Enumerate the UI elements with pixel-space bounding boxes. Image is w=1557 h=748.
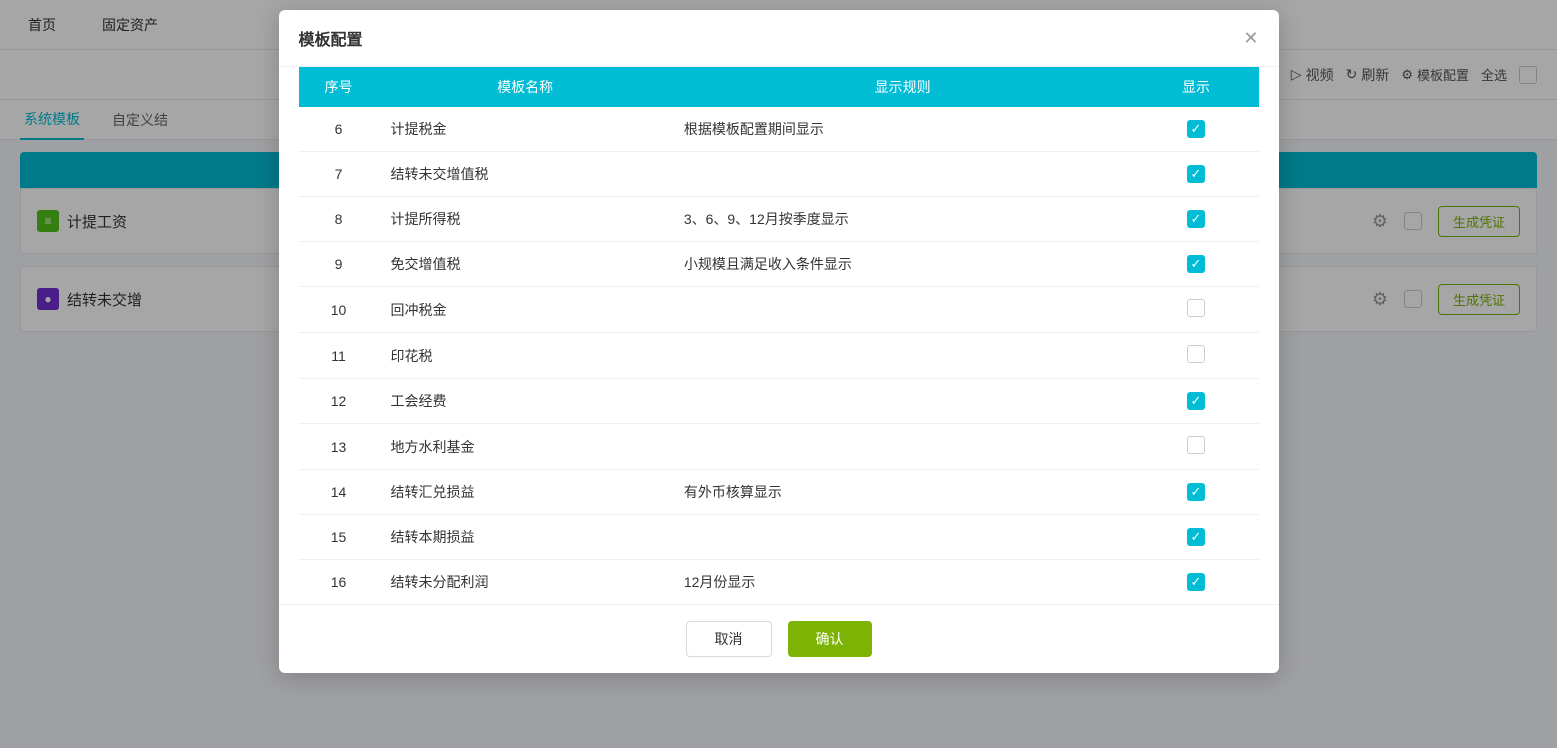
cell-name-3: 免交增值税 [379,242,672,287]
checkbox-checked-6[interactable]: ✓ [1187,392,1205,410]
cell-name-7: 地方水利基金 [379,424,672,470]
cell-seq-3: 9 [299,242,379,287]
cell-check-0: ✓ [1133,107,1258,152]
cancel-button[interactable]: 取消 [686,621,772,657]
cell-name-2: 计提所得税 [379,197,672,242]
cell-seq-10: 16 [299,560,379,605]
cell-seq-7: 13 [299,424,379,470]
modal-title: 模板配置 [299,26,363,50]
table-row: 6计提税金根据模板配置期间显示 ✓ [299,107,1259,152]
cell-name-5: 印花税 [379,333,672,379]
checkbox-checked-2[interactable]: ✓ [1187,210,1205,228]
cell-rule-3: 小规模且满足收入条件显示 [672,242,1134,287]
cell-name-0: 计提税金 [379,107,672,152]
cell-name-1: 结转未交增值税 [379,152,672,197]
cell-check-10: ✓ [1133,560,1258,605]
col-header-name: 模板名称 [379,67,672,107]
checkbox-checked-8[interactable]: ✓ [1187,483,1205,501]
cell-seq-8: 14 [299,470,379,515]
cell-seq-9: 15 [299,515,379,560]
confirm-button[interactable]: 确认 [788,621,872,657]
checkbox-checked-10[interactable]: ✓ [1187,573,1205,591]
cell-name-4: 回冲税金 [379,287,672,333]
checkbox-unchecked-5[interactable] [1187,345,1205,363]
cell-name-10: 结转未分配利润 [379,560,672,605]
table-row: 7结转未交增值税 ✓ [299,152,1259,197]
table-row: 15结转本期损益 ✓ [299,515,1259,560]
modal-template-config: 模板配置 ✕ 序号 模板名称 显示规则 显示 6计提税金根据模板配置期间显示✓7… [279,10,1279,673]
cell-check-9: ✓ [1133,515,1258,560]
modal-close-button[interactable]: ✕ [1243,29,1258,47]
cell-rule-10: 12月份显示 [672,560,1134,605]
checkbox-unchecked-4[interactable] [1187,299,1205,317]
cell-seq-4: 10 [299,287,379,333]
table-row: 16结转未分配利润12月份显示 ✓ [299,560,1259,605]
cell-rule-5 [672,333,1134,379]
checkbox-unchecked-7[interactable] [1187,436,1205,454]
cell-seq-0: 6 [299,107,379,152]
cell-name-9: 结转本期损益 [379,515,672,560]
table-row: 12工会经费 ✓ [299,379,1259,424]
cell-rule-2: 3、6、9、12月按季度显示 [672,197,1134,242]
cell-check-6: ✓ [1133,379,1258,424]
cell-rule-7 [672,424,1134,470]
checkbox-checked-9[interactable]: ✓ [1187,528,1205,546]
cell-rule-4 [672,287,1134,333]
table-row: 9免交增值税小规模且满足收入条件显示 ✓ [299,242,1259,287]
cell-check-1: ✓ [1133,152,1258,197]
checkbox-checked-3[interactable]: ✓ [1187,255,1205,273]
table-row: 10回冲税金 [299,287,1259,333]
modal-footer: 取消 确认 [279,604,1279,673]
modal-header: 模板配置 ✕ [279,10,1279,67]
checkbox-checked-1[interactable]: ✓ [1187,165,1205,183]
table-row: 13地方水利基金 [299,424,1259,470]
cell-name-8: 结转汇兑损益 [379,470,672,515]
cell-check-4 [1133,287,1258,333]
config-table: 序号 模板名称 显示规则 显示 6计提税金根据模板配置期间显示✓7结转未交增值税… [299,67,1259,604]
col-header-rule: 显示规则 [672,67,1134,107]
cell-check-3: ✓ [1133,242,1258,287]
cell-seq-5: 11 [299,333,379,379]
checkbox-checked-0[interactable]: ✓ [1187,120,1205,138]
cell-check-8: ✓ [1133,470,1258,515]
modal-overlay: 模板配置 ✕ 序号 模板名称 显示规则 显示 6计提税金根据模板配置期间显示✓7… [0,0,1557,748]
table-row: 11印花税 [299,333,1259,379]
cell-seq-1: 7 [299,152,379,197]
cell-rule-6 [672,379,1134,424]
table-row: 14结转汇兑损益有外币核算显示 ✓ [299,470,1259,515]
cell-check-2: ✓ [1133,197,1258,242]
cell-seq-6: 12 [299,379,379,424]
col-header-seq: 序号 [299,67,379,107]
table-row: 8计提所得税3、6、9、12月按季度显示 ✓ [299,197,1259,242]
cell-rule-8: 有外币核算显示 [672,470,1134,515]
cell-check-7 [1133,424,1258,470]
col-header-display: 显示 [1133,67,1258,107]
cell-name-6: 工会经费 [379,379,672,424]
modal-body[interactable]: 序号 模板名称 显示规则 显示 6计提税金根据模板配置期间显示✓7结转未交增值税… [279,67,1279,604]
cell-rule-9 [672,515,1134,560]
cell-rule-0: 根据模板配置期间显示 [672,107,1134,152]
cell-rule-1 [672,152,1134,197]
table-header-row: 序号 模板名称 显示规则 显示 [299,67,1259,107]
cell-seq-2: 8 [299,197,379,242]
cell-check-5 [1133,333,1258,379]
